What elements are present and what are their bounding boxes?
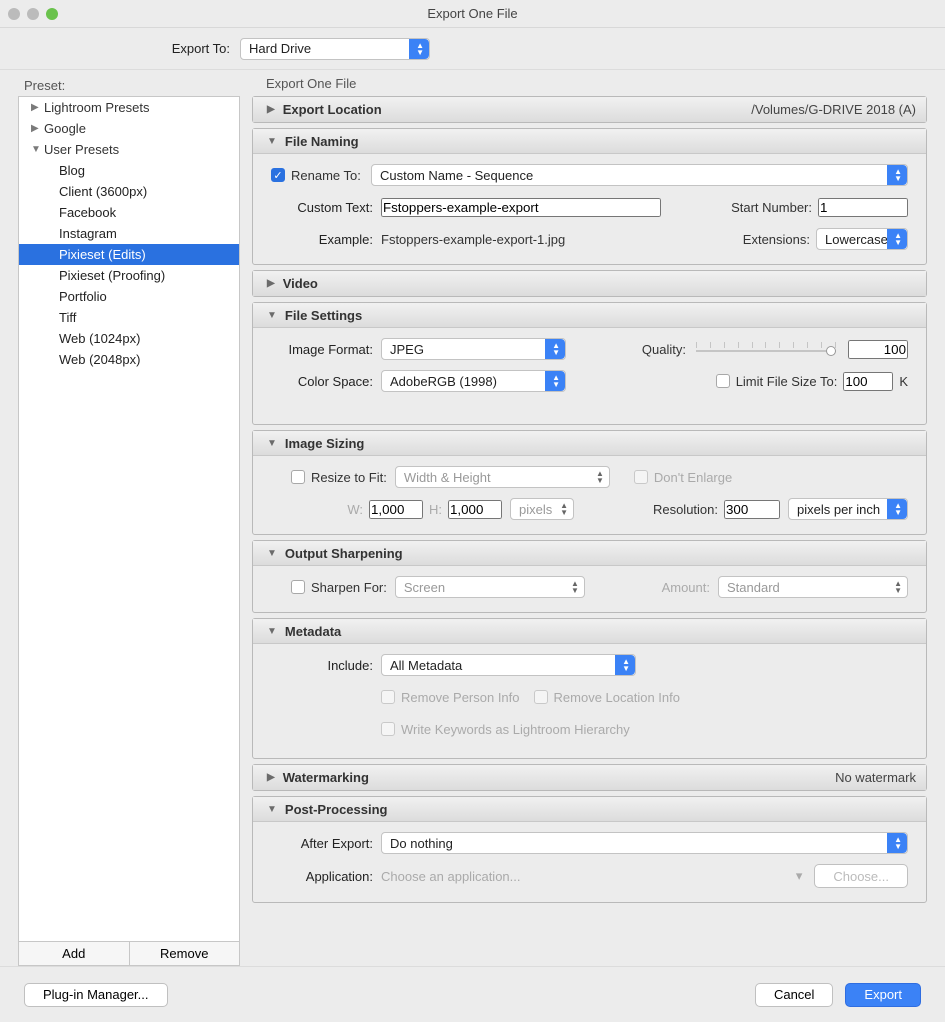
remove-person-label: Remove Person Info — [401, 690, 520, 705]
custom-text-label: Custom Text: — [271, 200, 381, 215]
resize-to-fit-checkbox[interactable] — [291, 470, 305, 484]
minimize-window-icon[interactable] — [27, 8, 39, 20]
sharpen-for-select[interactable]: Screen▲▼ — [395, 576, 585, 598]
limit-filesize-checkbox[interactable] — [716, 374, 730, 388]
plugin-manager-button[interactable]: Plug-in Manager... — [24, 983, 168, 1007]
example-value: Fstoppers-example-export-1.jpg — [381, 232, 565, 247]
section-post-processing[interactable]: ▼Post-Processing — [253, 797, 926, 822]
sharpen-amount-label: Amount: — [662, 580, 710, 595]
resize-mode-select[interactable]: Width & Height▲▼ — [395, 466, 610, 488]
quality-label: Quality: — [642, 342, 686, 357]
section-video[interactable]: ▶Video — [253, 271, 926, 296]
export-location-path: /Volumes/G-DRIVE 2018 (A) — [751, 102, 916, 117]
rename-to-label: Rename To: — [291, 168, 371, 183]
width-input[interactable] — [369, 500, 423, 519]
preset-item[interactable]: Tiff — [19, 307, 239, 328]
image-format-label: Image Format: — [271, 342, 381, 357]
remove-person-checkbox[interactable] — [381, 690, 395, 704]
section-watermarking[interactable]: ▶Watermarking No watermark — [253, 765, 926, 790]
section-output-sharpening[interactable]: ▼Output Sharpening — [253, 541, 926, 566]
start-number-label: Start Number: — [731, 200, 812, 215]
export-button[interactable]: Export — [845, 983, 921, 1007]
zoom-window-icon[interactable] — [46, 8, 58, 20]
dont-enlarge-checkbox[interactable] — [634, 470, 648, 484]
preset-item[interactable]: Portfolio — [19, 286, 239, 307]
preset-item-selected[interactable]: Pixieset (Edits) — [19, 244, 239, 265]
extensions-label: Extensions: — [743, 232, 810, 247]
window-title: Export One File — [427, 6, 517, 21]
remove-preset-button[interactable]: Remove — [130, 942, 240, 965]
quality-slider[interactable] — [696, 339, 836, 359]
section-metadata[interactable]: ▼Metadata — [253, 619, 926, 644]
dont-enlarge-label: Don't Enlarge — [654, 470, 732, 485]
section-image-sizing[interactable]: ▼Image Sizing — [253, 431, 926, 456]
preset-item[interactable]: Instagram — [19, 223, 239, 244]
preset-item[interactable]: Client (3600px) — [19, 181, 239, 202]
include-select[interactable]: All Metadata▲▼ — [381, 654, 636, 676]
limit-filesize-label: Limit File Size To: — [736, 374, 838, 389]
preset-item[interactable]: Web (2048px) — [19, 349, 239, 370]
sharpen-amount-select[interactable]: Standard▲▼ — [718, 576, 908, 598]
start-number-input[interactable] — [818, 198, 908, 217]
section-file-naming[interactable]: ▼File Naming — [253, 129, 926, 154]
sharpen-for-checkbox[interactable] — [291, 580, 305, 594]
write-keywords-checkbox[interactable] — [381, 722, 395, 736]
custom-text-input[interactable] — [381, 198, 661, 217]
preset-group[interactable]: ▼User Presets — [19, 139, 239, 160]
quality-input[interactable] — [848, 340, 908, 359]
resolution-unit-select[interactable]: pixels per inch▲▼ — [788, 498, 908, 520]
after-export-label: After Export: — [271, 836, 381, 851]
choose-application-button[interactable]: Choose... — [814, 864, 908, 888]
add-preset-button[interactable]: Add — [19, 942, 130, 965]
preset-item[interactable]: Pixieset (Proofing) — [19, 265, 239, 286]
watermarking-status: No watermark — [835, 770, 916, 785]
limit-filesize-unit: K — [899, 374, 908, 389]
resolution-label: Resolution: — [653, 502, 718, 517]
w-label: W: — [271, 502, 369, 517]
size-unit-select[interactable]: pixels▲▼ — [510, 498, 574, 520]
export-to-label: Export To: — [0, 41, 240, 56]
sharpen-for-label: Sharpen For: — [311, 580, 387, 595]
color-space-select[interactable]: AdobeRGB (1998)▲▼ — [381, 370, 566, 392]
write-keywords-label: Write Keywords as Lightroom Hierarchy — [401, 722, 630, 737]
color-space-label: Color Space: — [271, 374, 381, 389]
rename-template-select[interactable]: Custom Name - Sequence▲▼ — [371, 164, 908, 186]
include-label: Include: — [271, 658, 381, 673]
chevron-down-icon[interactable]: ▾ — [796, 868, 803, 884]
preset-heading: Preset: — [0, 72, 248, 95]
section-export-location[interactable]: ▶Export Location /Volumes/G-DRIVE 2018 (… — [253, 97, 926, 122]
preset-item[interactable]: Blog — [19, 160, 239, 181]
content-heading: Export One File — [248, 76, 945, 91]
image-format-select[interactable]: JPEG▲▼ — [381, 338, 566, 360]
remove-location-label: Remove Location Info — [554, 690, 680, 705]
extensions-select[interactable]: Lowercase▲▼ — [816, 228, 908, 250]
after-export-select[interactable]: Do nothing▲▼ — [381, 832, 908, 854]
export-to-row: Export To: Hard Drive ▲▼ — [0, 28, 945, 70]
limit-filesize-input[interactable] — [843, 372, 893, 391]
application-label: Application: — [271, 869, 381, 884]
remove-location-checkbox[interactable] — [534, 690, 548, 704]
application-placeholder: Choose an application... — [381, 869, 796, 884]
titlebar: Export One File — [0, 0, 945, 28]
preset-item[interactable]: Web (1024px) — [19, 328, 239, 349]
resize-to-fit-label: Resize to Fit: — [311, 470, 387, 485]
preset-item[interactable]: Facebook — [19, 202, 239, 223]
height-input[interactable] — [448, 500, 502, 519]
section-file-settings[interactable]: ▼File Settings — [253, 303, 926, 328]
preset-group[interactable]: ▶Google — [19, 118, 239, 139]
close-window-icon[interactable] — [8, 8, 20, 20]
resolution-input[interactable] — [724, 500, 780, 519]
example-label: Example: — [271, 232, 381, 247]
preset-list: ▶Lightroom Presets ▶Google ▼User Presets… — [18, 96, 240, 942]
cancel-button[interactable]: Cancel — [755, 983, 833, 1007]
rename-to-checkbox[interactable]: ✓ — [271, 168, 285, 182]
export-to-select[interactable]: Hard Drive ▲▼ — [240, 38, 430, 60]
preset-group[interactable]: ▶Lightroom Presets — [19, 97, 239, 118]
h-label: H: — [429, 502, 442, 517]
